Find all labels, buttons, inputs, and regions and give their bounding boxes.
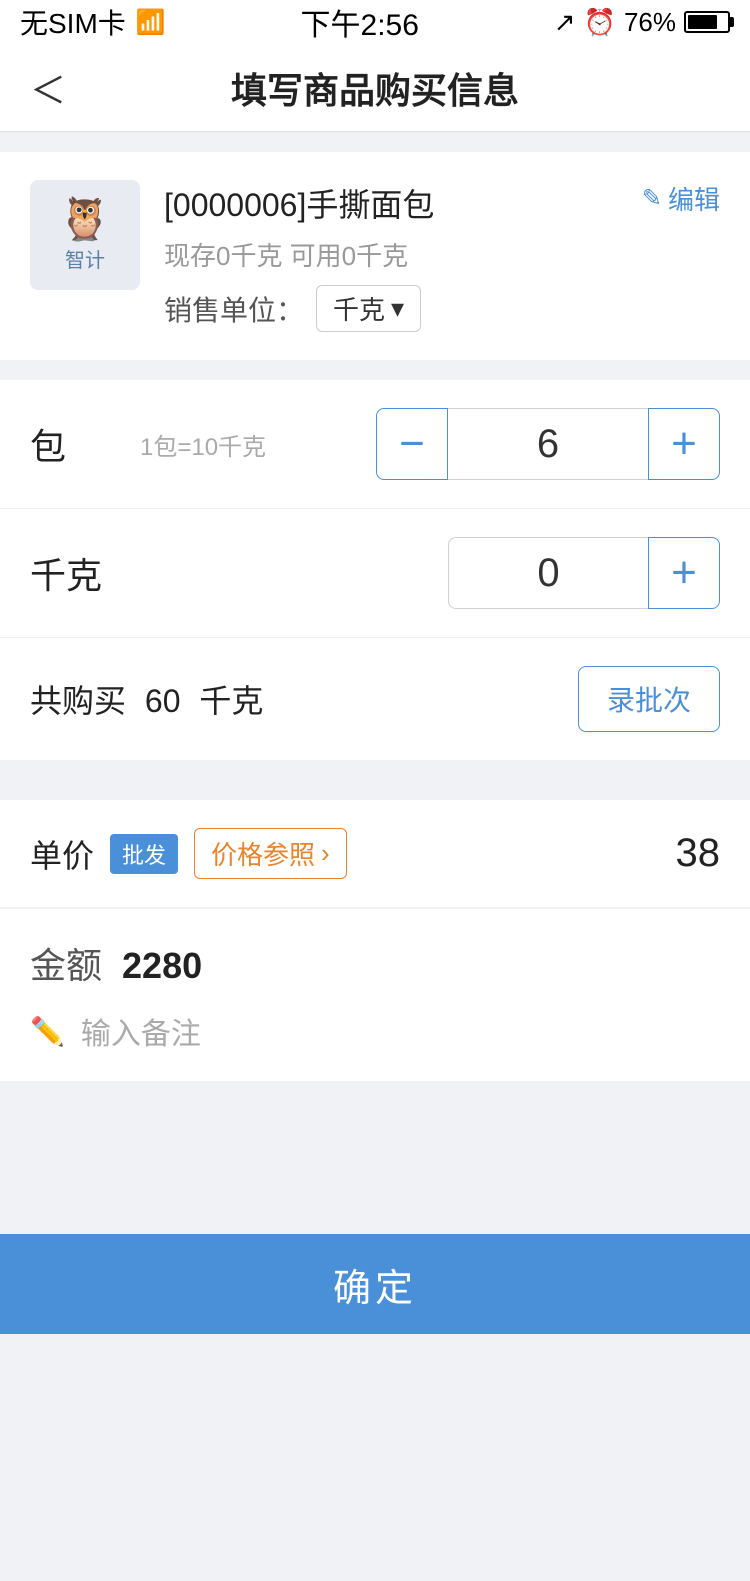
- unit-chevron-icon: ▾: [391, 293, 404, 324]
- page-title: 填写商品购买信息: [231, 62, 519, 114]
- back-button[interactable]: ＜: [30, 62, 66, 114]
- kg-label: 千克: [30, 547, 130, 599]
- product-owl-icon: 🦉: [59, 198, 111, 240]
- carrier-text: 无SIM卡: [20, 2, 126, 42]
- bag-label: 包: [30, 418, 130, 470]
- quantity-section: 包 1包=10千克 − + 千克 +: [0, 380, 750, 638]
- total-section: 共购买 60 千克 录批次: [0, 638, 750, 760]
- bag-quantity-row: 包 1包=10千克 − +: [0, 380, 750, 509]
- status-bar: 无SIM卡 📶 下午2:56 ↗ ⏰ 76%: [0, 0, 750, 44]
- amount-section: 金额 2280 ✏️ 输入备注: [0, 909, 750, 1081]
- record-batch-button[interactable]: 录批次: [578, 666, 720, 732]
- edit-label: 编辑: [668, 180, 720, 217]
- wifi-icon: 📶: [136, 8, 166, 37]
- price-ref-chevron-icon: ›: [321, 838, 330, 869]
- unit-value: 千克: [333, 290, 385, 327]
- location-icon: ↗: [554, 7, 576, 38]
- total-row: 共购买 60 千克 录批次: [0, 638, 750, 760]
- price-value: 38: [676, 831, 721, 876]
- amount-value: 2280: [122, 945, 202, 986]
- price-row: 单价 批发 价格参照 › 38: [0, 800, 750, 907]
- product-name: [0000006]手撕面包: [164, 180, 720, 226]
- price-batch-tag: 批发: [110, 834, 178, 874]
- total-text: 共购买 60 千克: [30, 676, 263, 722]
- edit-icon: ✎: [642, 184, 662, 213]
- pencil-icon: ✏️: [30, 1015, 65, 1048]
- price-label: 单价: [30, 831, 94, 877]
- amount-row: 金额 2280: [30, 937, 720, 989]
- kg-increment-button[interactable]: +: [648, 537, 720, 609]
- product-card: 🦉 智计 [0000006]手撕面包 现存0千克 可用0千克 销售单位： 千克 …: [0, 152, 750, 360]
- total-value: 60: [145, 683, 181, 719]
- product-thumb-label: 智计: [65, 244, 105, 273]
- divider-1: [0, 760, 750, 780]
- status-right: ↗ ⏰ 76%: [554, 7, 730, 38]
- bag-quantity-input[interactable]: [448, 408, 648, 480]
- product-stock: 现存0千克 可用0千克: [164, 236, 720, 273]
- kg-quantity-row: 千克 +: [0, 509, 750, 638]
- product-info: [0000006]手撕面包 现存0千克 可用0千克 销售单位： 千克 ▾: [164, 180, 720, 332]
- bag-hint: 1包=10千克: [140, 427, 376, 462]
- bag-decrement-button[interactable]: −: [376, 408, 448, 480]
- note-row[interactable]: ✏️ 输入备注: [30, 1009, 720, 1053]
- status-left: 无SIM卡 📶: [20, 2, 166, 42]
- total-unit: 千克: [199, 683, 263, 719]
- price-ref-label: 价格参照: [211, 835, 315, 872]
- nav-bar: ＜ 填写商品购买信息: [0, 44, 750, 132]
- note-label: 输入备注: [81, 1009, 201, 1053]
- product-thumbnail: 🦉 智计: [30, 180, 140, 290]
- alarm-icon: ⏰: [584, 7, 616, 38]
- battery-icon: [684, 11, 730, 33]
- status-time: 下午2:56: [301, 0, 419, 44]
- price-section: 单价 批发 价格参照 › 38: [0, 800, 750, 907]
- unit-label: 销售单位：: [164, 289, 304, 329]
- product-unit-row: 销售单位： 千克 ▾: [164, 285, 720, 332]
- price-reference-button[interactable]: 价格参照 ›: [194, 828, 347, 879]
- kg-quantity-input[interactable]: [448, 537, 648, 609]
- amount-label: 金额: [30, 945, 102, 986]
- unit-select[interactable]: 千克 ▾: [316, 285, 421, 332]
- total-label: 共购买: [30, 683, 126, 719]
- edit-button[interactable]: ✎ 编辑: [642, 180, 720, 217]
- battery-percent: 76%: [624, 7, 676, 38]
- confirm-button[interactable]: 确定: [0, 1234, 750, 1334]
- bag-controls: − +: [376, 408, 720, 480]
- bag-increment-button[interactable]: +: [648, 408, 720, 480]
- kg-controls: +: [448, 537, 720, 609]
